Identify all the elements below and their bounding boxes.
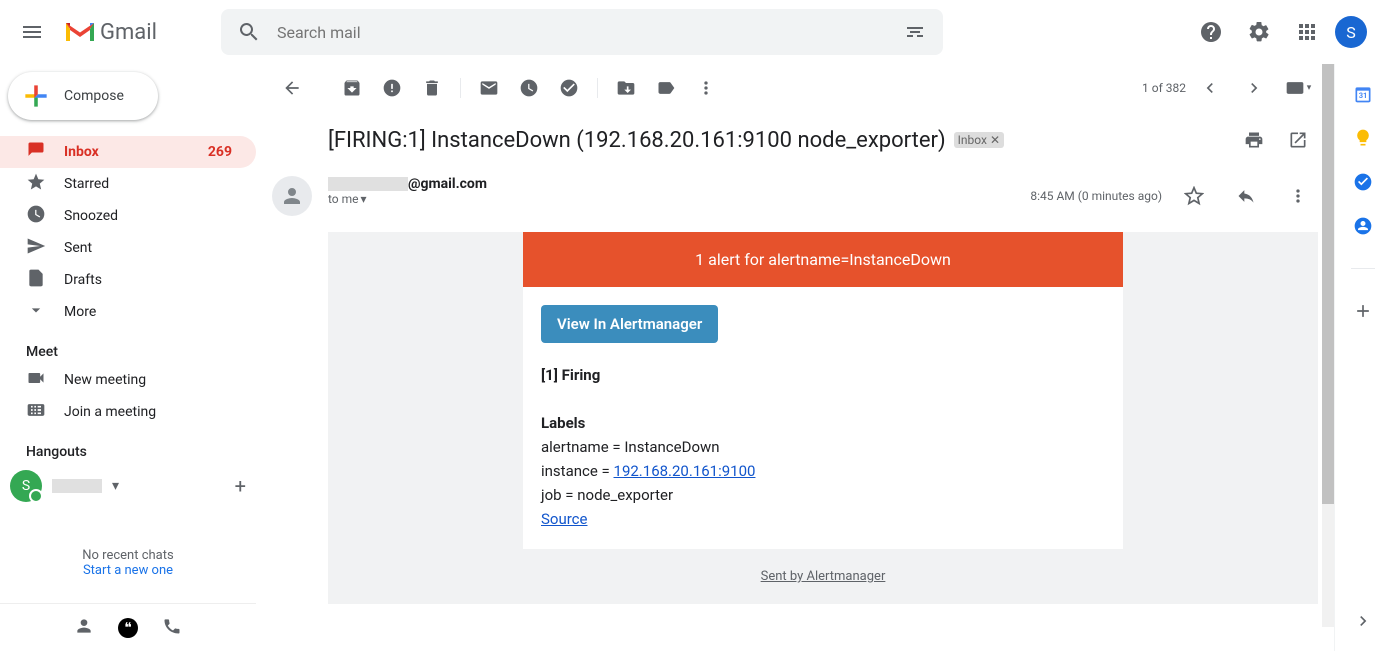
side-panel: 31 <box>1335 64 1391 651</box>
prev-button[interactable] <box>1190 68 1230 108</box>
view-alertmanager-button[interactable]: View In Alertmanager <box>541 305 718 343</box>
compose-button[interactable]: Compose <box>8 72 158 120</box>
sidebar-item-snoozed[interactable]: Snoozed <box>0 200 256 232</box>
keyboard-icon <box>26 400 46 424</box>
sidebar-item-drafts[interactable]: Drafts <box>0 264 256 296</box>
source-link[interactable]: Source <box>541 510 587 528</box>
hangouts-user[interactable]: S ▾ + <box>0 464 256 508</box>
sidebar-item-sent[interactable]: Sent <box>0 232 256 264</box>
plus-icon <box>20 80 52 112</box>
sent-icon <box>26 236 46 260</box>
inbox-label: Inbox <box>64 144 99 160</box>
account-avatar[interactable]: S <box>1335 16 1367 48</box>
back-button[interactable] <box>272 68 312 108</box>
hangouts-tab-icon[interactable]: ❝ <box>118 618 138 638</box>
input-tools-button[interactable]: ▾ <box>1278 68 1318 108</box>
sidebar-item-inbox[interactable]: Inbox 269 <box>0 136 256 168</box>
more-button[interactable] <box>686 68 726 108</box>
sidebar-item-starred[interactable]: Starred <box>0 168 256 200</box>
hide-panel-icon[interactable] <box>1353 611 1373 635</box>
hangouts-avatar: S <box>10 470 42 502</box>
inbox-label-chip[interactable]: Inbox ✕ <box>954 132 1004 148</box>
message-more-button[interactable] <box>1278 176 1318 216</box>
sidebar: Compose Inbox 269 Starred Snoozed Sent D… <box>0 64 256 651</box>
label-job: job = node_exporter <box>541 483 1105 507</box>
labels-header: Labels <box>541 411 1105 435</box>
hangouts-section-label: Hangouts <box>0 428 256 464</box>
sidebar-item-more[interactable]: More <box>0 296 256 328</box>
caret-down-icon: ▾ <box>361 192 367 206</box>
sent-by-link[interactable]: Sent by Alertmanager <box>761 569 886 584</box>
snooze-button[interactable] <box>509 68 549 108</box>
keep-icon[interactable] <box>1353 128 1373 148</box>
gmail-wordmark: Gmail <box>100 20 157 45</box>
new-window-button[interactable] <box>1278 120 1318 160</box>
search-input[interactable] <box>269 23 895 42</box>
no-chats-text: No recent chats <box>0 548 256 563</box>
mark-unread-button[interactable] <box>469 68 509 108</box>
start-chat-link[interactable]: Start a new one <box>83 563 173 578</box>
email-body: 1 alert for alertname=InstanceDown View … <box>328 232 1318 604</box>
gmail-logo[interactable]: Gmail <box>56 12 157 52</box>
settings-icon[interactable] <box>1239 12 1279 52</box>
scrollbar[interactable] <box>1322 64 1334 627</box>
search-icon[interactable] <box>229 12 269 52</box>
hangouts-username <box>52 479 102 493</box>
star-icon <box>26 172 46 196</box>
email-content: 1 of 382 ▾ [FIRING:1] InstanceDown (192.… <box>256 64 1334 651</box>
add-addon-icon[interactable] <box>1353 301 1373 321</box>
spam-button[interactable] <box>372 68 412 108</box>
reply-button[interactable] <box>1226 176 1266 216</box>
inbox-icon <box>26 140 46 164</box>
drafts-icon <box>26 268 46 292</box>
tasks-icon[interactable] <box>1353 172 1373 192</box>
remove-label-icon[interactable]: ✕ <box>990 133 1000 147</box>
delete-button[interactable] <box>412 68 452 108</box>
move-to-button[interactable] <box>606 68 646 108</box>
calendar-icon[interactable]: 31 <box>1353 84 1373 104</box>
video-icon <box>26 368 46 392</box>
sender-email: @gmail.com <box>328 176 1030 192</box>
new-meeting-button[interactable]: New meeting <box>0 364 256 396</box>
join-meeting-button[interactable]: Join a meeting <box>0 396 256 428</box>
expand-icon <box>26 300 46 324</box>
add-to-tasks-button[interactable] <box>549 68 589 108</box>
print-button[interactable] <box>1234 120 1274 160</box>
inbox-count: 269 <box>208 144 240 160</box>
email-timestamp: 8:45 AM (0 minutes ago) <box>1030 189 1162 203</box>
sender-avatar <box>272 176 312 216</box>
caret-down-icon[interactable]: ▾ <box>112 478 119 494</box>
instance-link[interactable]: 192.168.20.161:9100 <box>614 462 756 480</box>
apps-icon[interactable] <box>1287 12 1327 52</box>
contacts-tab-icon[interactable] <box>74 616 94 640</box>
support-icon[interactable] <box>1191 12 1231 52</box>
email-subject: [FIRING:1] InstanceDown (192.168.20.161:… <box>328 128 946 153</box>
search-bar[interactable] <box>221 9 943 55</box>
label-alertname: alertname = InstanceDown <box>541 435 1105 459</box>
gmail-icon <box>60 12 100 52</box>
meet-section-label: Meet <box>0 328 256 364</box>
labels-button[interactable] <box>646 68 686 108</box>
firing-header: [1] Firing <box>541 363 1105 387</box>
clock-icon <box>26 204 46 228</box>
label-instance: instance = 192.168.20.161:9100 <box>541 459 1105 483</box>
contacts-icon[interactable] <box>1353 216 1373 236</box>
alert-banner: 1 alert for alertname=InstanceDown <box>523 232 1123 287</box>
phone-tab-icon[interactable] <box>162 616 182 640</box>
message-counter: 1 of 382 <box>1142 81 1186 95</box>
search-options-icon[interactable] <box>895 12 935 52</box>
hangouts-add-icon[interactable]: + <box>235 474 246 498</box>
recipient-toggle[interactable]: to me ▾ <box>328 192 1030 206</box>
main-menu-button[interactable] <box>8 8 56 56</box>
star-message-button[interactable] <box>1174 176 1214 216</box>
archive-button[interactable] <box>332 68 372 108</box>
next-button[interactable] <box>1234 68 1274 108</box>
svg-text:31: 31 <box>1359 91 1368 100</box>
compose-label: Compose <box>64 88 124 104</box>
